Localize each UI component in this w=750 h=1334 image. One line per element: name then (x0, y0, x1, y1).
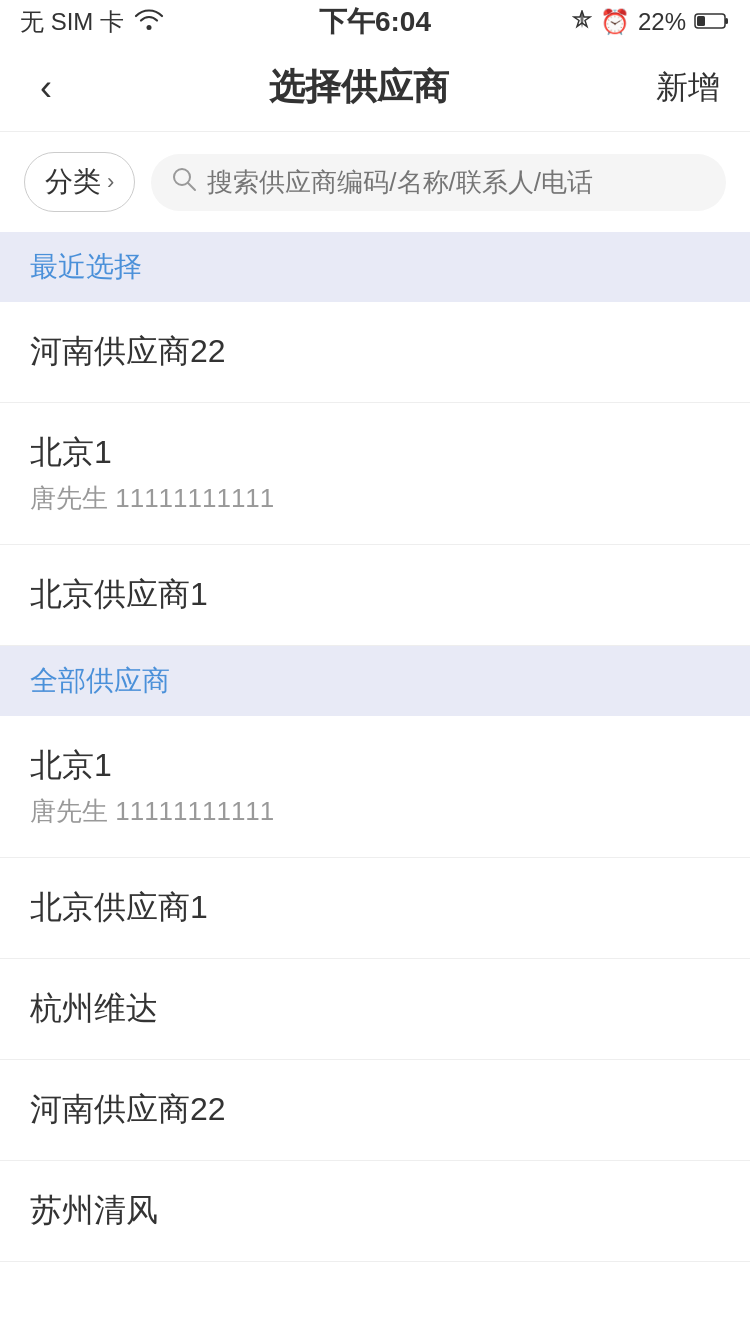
item-name: 河南供应商22 (30, 330, 720, 374)
item-name: 北京1 (30, 744, 720, 788)
list-item[interactable]: 河南供应商22 (0, 1060, 750, 1161)
svg-rect-2 (697, 16, 705, 26)
nav-bar: ‹ 选择供应商 新增 (0, 44, 750, 132)
item-name: 苏州清风 (30, 1189, 720, 1233)
status-bar: 无 SIM 卡 下午6:04 ⏰ 22% (0, 0, 750, 44)
alarm-icon: ⏰ (600, 8, 630, 36)
category-button[interactable]: 分类 › (24, 152, 135, 212)
all-list: 北京1 唐先生 11111111111 北京供应商1 杭州维达河南供应商22 苏州清风 (0, 716, 750, 1262)
location-icon (572, 8, 592, 36)
list-item[interactable]: 河南供应商22 (0, 302, 750, 403)
chevron-right-icon: › (107, 169, 114, 195)
list-item[interactable]: 苏州清风 (0, 1161, 750, 1262)
list-item[interactable]: 北京供应商1 (0, 858, 750, 959)
item-sub: 唐先生 11111111111 (30, 794, 720, 829)
battery-icon (694, 8, 730, 36)
list-item[interactable]: 北京1 唐先生 11111111111 (0, 403, 750, 545)
list-item[interactable]: 北京供应商1 (0, 545, 750, 646)
add-button[interactable]: 新增 (656, 66, 720, 110)
back-button[interactable]: ‹ (30, 57, 62, 119)
list-item[interactable]: 北京1 唐先生 11111111111 (0, 716, 750, 858)
status-right: ⏰ 22% (572, 8, 730, 36)
category-label: 分类 (45, 163, 101, 201)
status-left: 无 SIM 卡 (20, 6, 164, 38)
sim-label: 无 SIM 卡 (20, 6, 124, 38)
item-name: 北京供应商1 (30, 573, 720, 617)
wifi-icon (134, 8, 164, 36)
item-name: 北京供应商1 (30, 886, 720, 930)
recent-section-header: 最近选择 (0, 232, 750, 302)
search-icon (171, 166, 197, 199)
item-name: 河南供应商22 (30, 1088, 720, 1132)
item-name: 杭州维达 (30, 987, 720, 1031)
item-sub: 唐先生 11111111111 (30, 481, 720, 516)
status-time: 下午6:04 (319, 3, 431, 41)
svg-line-4 (188, 183, 195, 190)
all-section-header: 全部供应商 (0, 646, 750, 716)
search-box (151, 154, 726, 211)
filter-row: 分类 › (0, 132, 750, 232)
recent-list: 河南供应商22 北京1 唐先生 11111111111 北京供应商1 (0, 302, 750, 646)
battery-label: 22% (638, 8, 686, 36)
svg-rect-1 (725, 18, 728, 24)
page-title: 选择供应商 (269, 63, 449, 112)
item-name: 北京1 (30, 431, 720, 475)
search-input[interactable] (207, 167, 706, 198)
list-item[interactable]: 杭州维达 (0, 959, 750, 1060)
